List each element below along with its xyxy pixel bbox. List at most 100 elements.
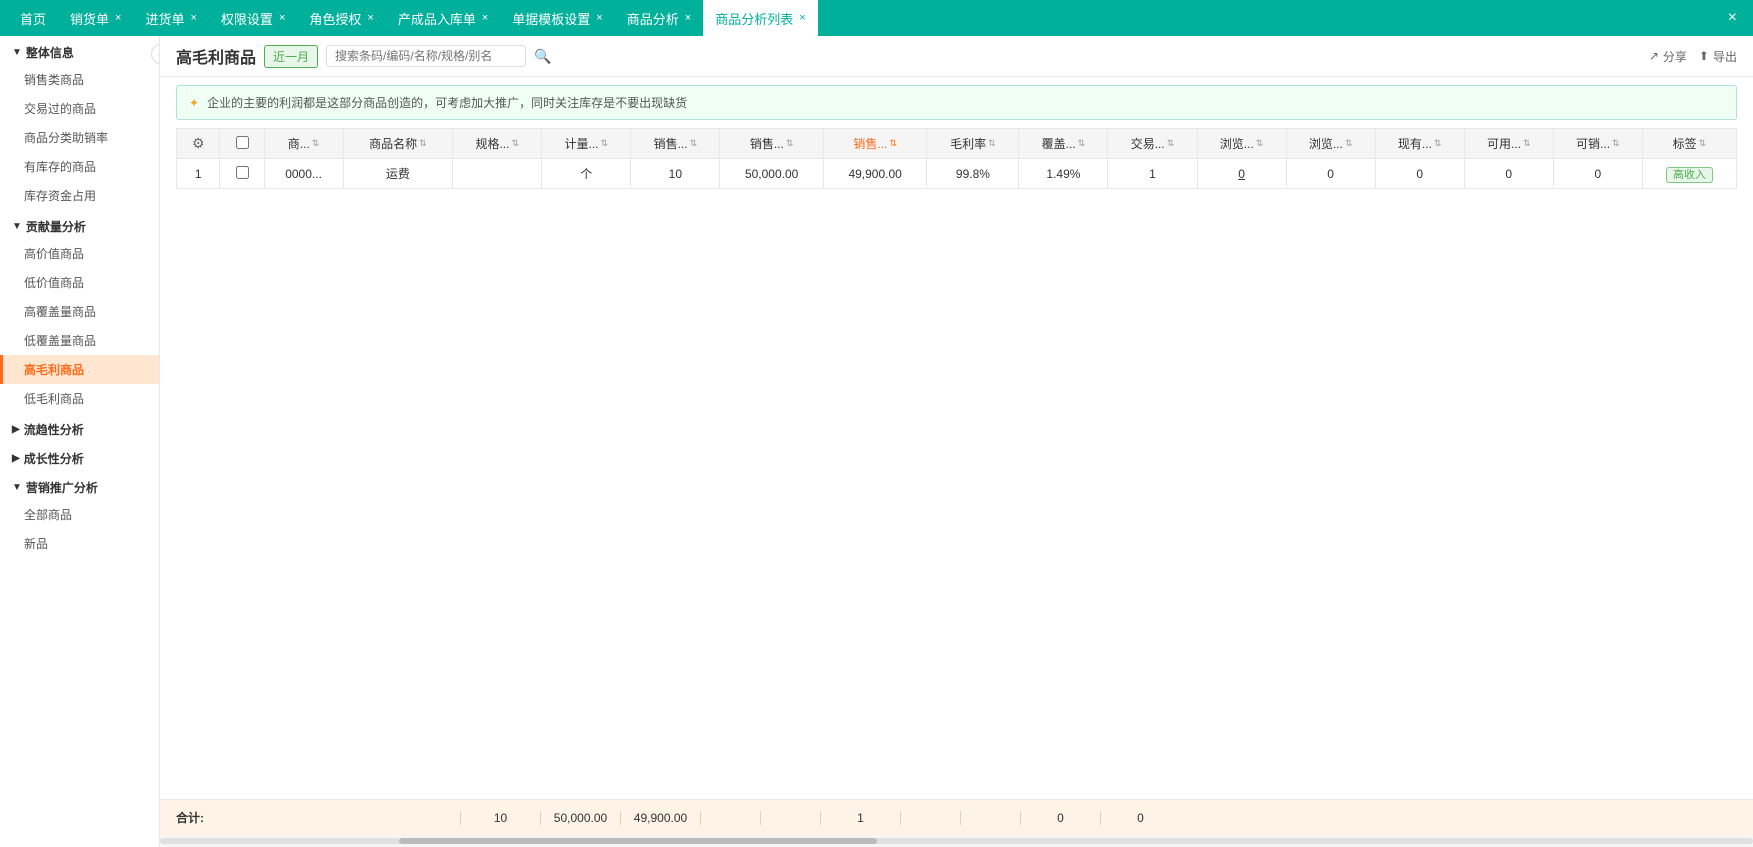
table-header-row: ⚙ 商... ⇅ 商品名称 — [177, 129, 1737, 159]
footer-total: 合计: 10 50,000.00 49,900.00 1 — [160, 799, 1753, 835]
cell-transaction: 1 — [1108, 159, 1197, 189]
sidebar-group-marketing[interactable]: ▼ 营销推广分析 — [0, 471, 159, 500]
settings-icon[interactable]: ⚙ — [192, 135, 205, 151]
select-all-checkbox[interactable] — [236, 136, 249, 149]
close-sales-order[interactable]: × — [115, 12, 121, 24]
nav-purchase-order[interactable]: 进货单 × — [133, 0, 208, 36]
footer-cell-empty2 — [760, 811, 820, 825]
sort-sales-qty-icon[interactable]: ⇅ — [690, 138, 698, 149]
col-transaction: 交易... ⇅ — [1108, 129, 1197, 159]
footer-cells: 10 50,000.00 49,900.00 1 0 — [220, 811, 1737, 825]
sidebar-group-trend[interactable]: ▶ 流趋性分析 — [0, 413, 159, 442]
sort-available-stock-icon[interactable]: ⇅ — [1523, 138, 1531, 149]
sort-sales-amount-icon[interactable]: ⇅ — [786, 138, 794, 149]
arrow-right-icon: ▶ — [12, 424, 20, 435]
sidebar-item-new-goods[interactable]: 新品 — [0, 529, 159, 558]
sort-current-stock-icon[interactable]: ⇅ — [1434, 138, 1442, 149]
row-checkbox[interactable] — [236, 166, 249, 179]
nav-product-inbound[interactable]: 产成品入库单 × — [386, 0, 500, 36]
sort-margin-icon[interactable]: ⇅ — [988, 138, 996, 149]
browse1-link[interactable]: 0 — [1238, 167, 1245, 181]
sort-unit-icon[interactable]: ⇅ — [601, 138, 609, 149]
cell-browse1[interactable]: 0 — [1197, 159, 1286, 189]
col-browse2: 浏览... ⇅ — [1286, 129, 1375, 159]
sidebar-item-high-margin[interactable]: 高毛利商品 — [0, 355, 159, 384]
sidebar-item-low-margin[interactable]: 低毛利商品 — [0, 384, 159, 413]
sidebar-group-growth[interactable]: ▶ 成长性分析 — [0, 442, 159, 471]
nav-role-auth[interactable]: 角色授权 × — [297, 0, 385, 36]
nav-template-settings[interactable]: 单据模板设置 × — [500, 0, 614, 36]
sort-tag-icon[interactable]: ⇅ — [1699, 138, 1707, 149]
sort-saleable-icon[interactable]: ⇅ — [1612, 138, 1620, 149]
close-role-auth[interactable]: × — [367, 12, 373, 24]
arrow-down-icon-3: ▼ — [12, 482, 22, 493]
sidebar-group-contribution[interactable]: ▼ 贡献量分析 — [0, 210, 159, 239]
nav-home[interactable]: 首页 — [8, 0, 58, 36]
nav-sales-order[interactable]: 销货单 × — [58, 0, 133, 36]
search-icon: 🔍 — [534, 48, 551, 64]
sidebar-item-category-rate[interactable]: 商品分类助销率 — [0, 123, 159, 152]
col-margin-rate: 毛利率 ⇅ — [927, 129, 1019, 159]
sidebar-group-overall[interactable]: ▼ 整体信息 — [0, 36, 159, 65]
col-sales-qty: 销售... ⇅ — [631, 129, 720, 159]
cell-unit: 个 — [542, 159, 631, 189]
sort-browse2-icon[interactable]: ⇅ — [1345, 138, 1353, 149]
export-icon: ⬆ — [1699, 49, 1709, 63]
close-template-settings[interactable]: × — [596, 12, 602, 24]
col-unit: 计量... ⇅ — [542, 129, 631, 159]
sort-code-icon[interactable]: ⇅ — [312, 138, 320, 149]
close-product-analysis[interactable]: × — [685, 12, 691, 24]
sidebar-item-traded-goods[interactable]: 交易过的商品 — [0, 94, 159, 123]
sort-name-icon[interactable]: ⇅ — [419, 138, 427, 149]
sidebar-item-stock-capital[interactable]: 库存资金占用 — [0, 181, 159, 210]
sidebar-item-low-value[interactable]: 低价值商品 — [0, 268, 159, 297]
footer-cell-current-stock: 0 — [1020, 811, 1100, 825]
close-product-inbound[interactable]: × — [482, 12, 488, 24]
cell-code: 0000... — [264, 159, 343, 189]
search-input[interactable] — [326, 45, 526, 67]
top-navigation: 首页 销货单 × 进货单 × 权限设置 × 角色授权 × 产成品入库单 × 单据… — [0, 0, 1753, 36]
scroll-thumb[interactable] — [399, 838, 877, 844]
export-button[interactable]: ⬆ 导出 — [1699, 48, 1737, 65]
filter-recent-month-button[interactable]: 近一月 — [264, 45, 318, 68]
col-spec: 规格... ⇅ — [453, 129, 542, 159]
sort-coverage-icon[interactable]: ⇅ — [1078, 138, 1086, 149]
sidebar: « ▼ 整体信息 销售类商品 交易过的商品 商品分类助销率 有库存的商品 库存资… — [0, 36, 160, 847]
table-row: 1 0000... 运费 — [177, 159, 1737, 189]
footer-cell-transaction: 1 — [820, 811, 900, 825]
tag-badge: 高收入 — [1666, 167, 1713, 183]
nav-product-analysis-list[interactable]: 商品分析列表 × — [703, 0, 817, 36]
col-settings[interactable]: ⚙ — [177, 129, 220, 159]
sort-spec-icon[interactable]: ⇅ — [511, 138, 519, 149]
close-purchase-order[interactable]: × — [190, 12, 196, 24]
share-button[interactable]: ↗ 分享 — [1649, 48, 1687, 65]
sort-sales-cost-icon[interactable]: ⇅ — [889, 138, 897, 149]
cell-index: 1 — [177, 159, 220, 189]
sidebar-item-high-coverage[interactable]: 高覆盖量商品 — [0, 297, 159, 326]
arrow-right-icon-2: ▶ — [12, 453, 20, 464]
cell-checkbox[interactable] — [220, 159, 264, 189]
footer-cell-empty3 — [900, 811, 960, 825]
sidebar-item-sales-goods[interactable]: 销售类商品 — [0, 65, 159, 94]
cell-available-stock: 0 — [1464, 159, 1553, 189]
header-actions: ↗ 分享 ⬆ 导出 — [1649, 48, 1737, 65]
info-icon: ✦ — [189, 96, 199, 110]
sidebar-item-low-coverage[interactable]: 低覆盖量商品 — [0, 326, 159, 355]
cell-sales-amount: 50,000.00 — [720, 159, 824, 189]
close-permissions[interactable]: × — [279, 12, 285, 24]
sort-browse1-icon[interactable]: ⇅ — [1256, 138, 1264, 149]
table-container: ⚙ 商... ⇅ 商品名称 — [160, 128, 1753, 799]
nav-permissions[interactable]: 权限设置 × — [209, 0, 297, 36]
sidebar-item-high-value[interactable]: 高价值商品 — [0, 239, 159, 268]
nav-product-analysis[interactable]: 商品分析 × — [615, 0, 703, 36]
sidebar-item-all-goods[interactable]: 全部商品 — [0, 500, 159, 529]
sort-transaction-icon[interactable]: ⇅ — [1167, 138, 1175, 149]
close-all-tabs[interactable]: × — [1720, 9, 1745, 27]
col-checkbox[interactable] — [220, 129, 264, 159]
arrow-down-icon: ▼ — [12, 47, 22, 58]
search-button[interactable]: 🔍 — [534, 48, 551, 65]
close-product-analysis-list[interactable]: × — [799, 12, 805, 24]
horizontal-scrollbar[interactable] — [160, 835, 1753, 847]
content-area: 高毛利商品 近一月 🔍 ↗ 分享 ⬆ 导出 ✦ 企业的主要的利润都是这部分商品创… — [160, 36, 1753, 847]
sidebar-item-stock-goods[interactable]: 有库存的商品 — [0, 152, 159, 181]
